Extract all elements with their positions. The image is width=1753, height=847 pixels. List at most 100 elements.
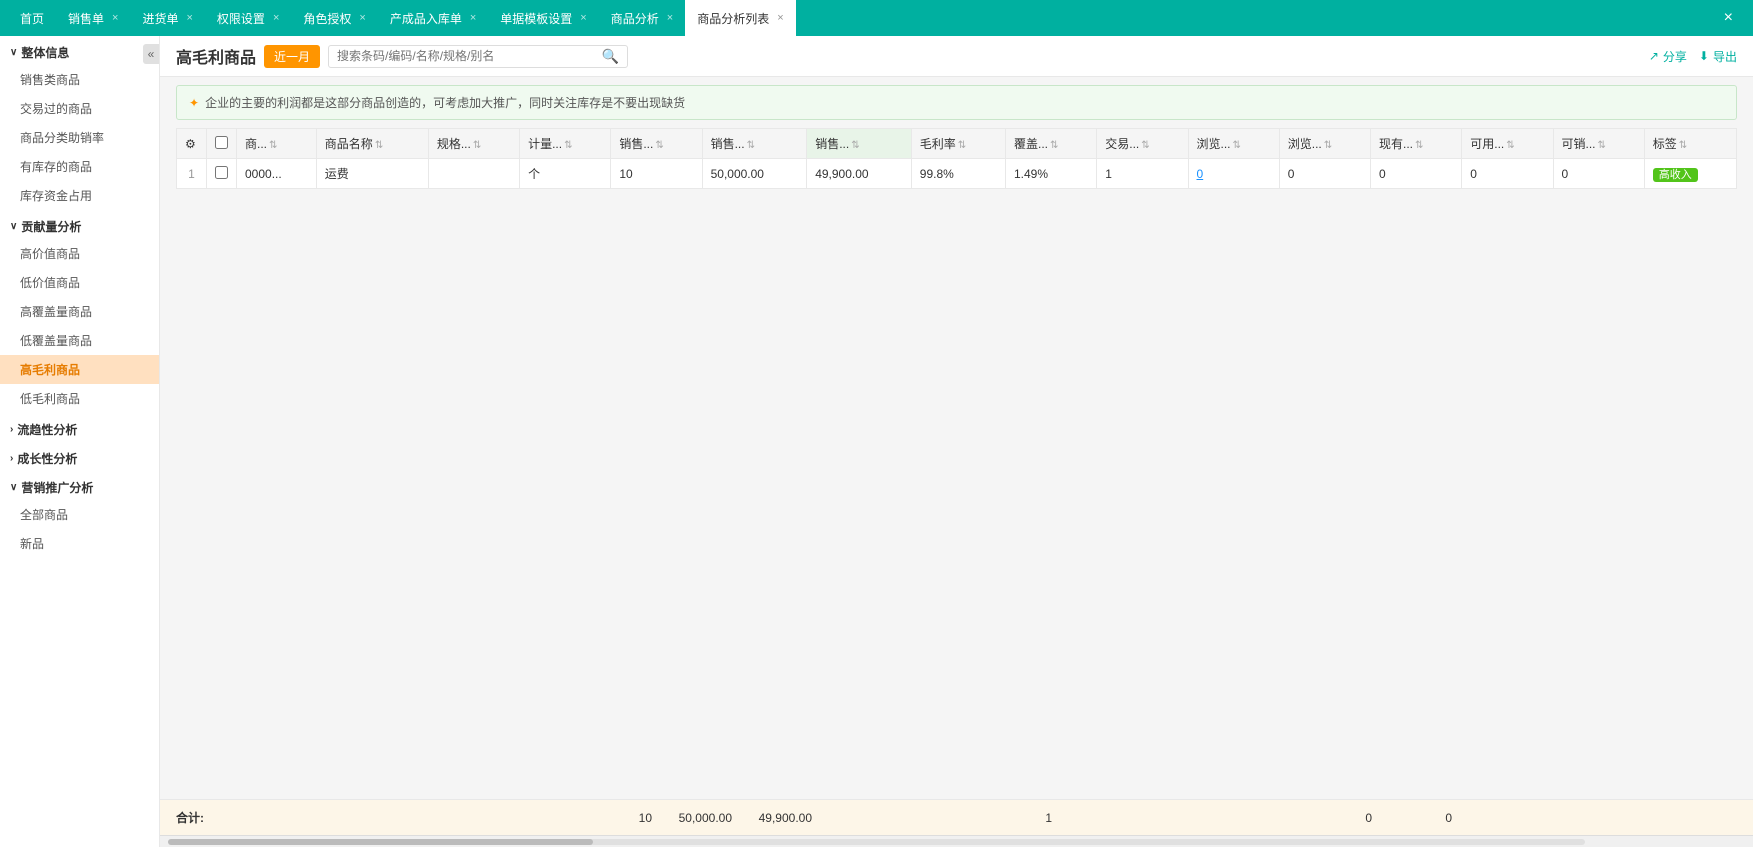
nav-template-settings[interactable]: 单据模板设置 × [488, 0, 598, 36]
views1-link[interactable]: 0 [1197, 167, 1204, 181]
scrollbar-thumb[interactable] [168, 839, 593, 845]
sidebar-collapse-button[interactable]: « [143, 44, 159, 64]
sidebar-item-low-value[interactable]: 低价值商品 [0, 268, 159, 297]
sidebar-item-high-value[interactable]: 高价值商品 [0, 239, 159, 268]
sidebar-item-in-stock-goods[interactable]: 有库存的商品 [0, 152, 159, 181]
sidebar-item-all-goods[interactable]: 全部商品 [0, 500, 159, 529]
nav-purchase-order[interactable]: 进货单 × [130, 0, 204, 36]
th-sales-qty[interactable]: 销售...⇅ [611, 129, 702, 159]
th-spec[interactable]: 规格...⇅ [428, 129, 519, 159]
nav-close-icon[interactable]: × [667, 12, 673, 24]
nav-product-analysis[interactable]: 商品分析 × [599, 0, 685, 36]
nav-close-icon[interactable]: × [470, 12, 476, 24]
row-transactions: 1 [1097, 159, 1188, 189]
scrollbar-track[interactable] [168, 839, 1585, 845]
horizontal-scrollbar[interactable] [160, 835, 1753, 847]
chevron-down-icon: ∨ [10, 221, 17, 232]
sidebar-group-trend[interactable]: › 流趋性分析 [0, 413, 159, 442]
th-views2[interactable]: 浏览...⇅ [1279, 129, 1370, 159]
table-header-row: ⚙ 商...⇅ 商品名称⇅ 规格...⇅ 计量...⇅ 销售...⇅ 销售...… [177, 129, 1737, 159]
header-actions: ↗ 分享 ⬇ 导出 [1649, 48, 1737, 65]
footer-views2 [1140, 811, 1220, 825]
row-unit: 个 [520, 159, 611, 189]
th-sales-cost[interactable]: 销售...⇅ [807, 129, 912, 159]
nav-home[interactable]: 首页 [8, 0, 56, 36]
row-views2: 0 [1279, 159, 1370, 189]
data-table-container[interactable]: ⚙ 商...⇅ 商品名称⇅ 规格...⇅ 计量...⇅ 销售...⇅ 销售...… [176, 128, 1737, 799]
sidebar-item-high-coverage[interactable]: 高覆盖量商品 [0, 297, 159, 326]
row-name: 运费 [316, 159, 428, 189]
th-code[interactable]: 商...⇅ [237, 129, 317, 159]
select-all-checkbox[interactable] [215, 136, 228, 149]
th-available-stock[interactable]: 可用...⇅ [1462, 129, 1553, 159]
row-sales-amount: 50,000.00 [702, 159, 807, 189]
nav-close-icon[interactable]: × [186, 12, 192, 24]
chevron-down-icon: ∨ [10, 482, 17, 493]
share-icon: ↗ [1649, 49, 1659, 63]
sidebar-item-high-margin[interactable]: 高毛利商品 [0, 355, 159, 384]
nav-close-icon[interactable]: × [273, 12, 279, 24]
nav-close-icon[interactable]: × [777, 12, 783, 24]
sidebar-item-sales-goods[interactable]: 销售类商品 [0, 65, 159, 94]
sidebar: « ∨ 整体信息 销售类商品 交易过的商品 商品分类助销率 有库存的商品 库存资… [0, 36, 160, 847]
sidebar-item-low-margin[interactable]: 低毛利商品 [0, 384, 159, 413]
main-layout: « ∨ 整体信息 销售类商品 交易过的商品 商品分类助销率 有库存的商品 库存资… [0, 36, 1753, 847]
th-unit[interactable]: 计量...⇅ [520, 129, 611, 159]
nav-product-analysis-list[interactable]: 商品分析列表 × [685, 0, 795, 36]
sidebar-item-inventory-funds[interactable]: 库存资金占用 [0, 181, 159, 210]
nav-close-icon[interactable]: × [359, 12, 365, 24]
nav-product-inbound[interactable]: 产成品入库单 × [378, 0, 488, 36]
sidebar-item-new-goods[interactable]: 新品 [0, 529, 159, 558]
footer-sales-qty: 10 [580, 811, 660, 825]
search-icon[interactable]: 🔍 [602, 48, 619, 65]
sidebar-item-category-sales-rate[interactable]: 商品分类助销率 [0, 123, 159, 152]
row-gross-margin: 99.8% [911, 159, 1005, 189]
sidebar-item-traded-goods[interactable]: 交易过的商品 [0, 94, 159, 123]
row-views1: 0 [1188, 159, 1279, 189]
export-button[interactable]: ⬇ 导出 [1699, 48, 1737, 65]
sidebar-group-overview[interactable]: ∨ 整体信息 [0, 36, 159, 65]
chevron-right-icon: › [10, 453, 13, 464]
th-saleable-stock[interactable]: 可销...⇅ [1553, 129, 1644, 159]
filter-period-button[interactable]: 近一月 [264, 45, 320, 68]
tag-badge: 高收入 [1653, 168, 1698, 182]
nav-role-auth[interactable]: 角色授权 × [291, 0, 377, 36]
nav-close-icon[interactable]: × [580, 12, 586, 24]
th-transactions[interactable]: 交易...⇅ [1097, 129, 1188, 159]
row-checkbox[interactable] [215, 166, 228, 179]
footer-spacer [220, 811, 580, 825]
th-views1[interactable]: 浏览...⇅ [1188, 129, 1279, 159]
th-sales-amount[interactable]: 销售...⇅ [702, 129, 807, 159]
sidebar-group-marketing[interactable]: ∨ 营销推广分析 [0, 471, 159, 500]
th-coverage[interactable]: 覆盖...⇅ [1006, 129, 1097, 159]
row-sales-qty: 10 [611, 159, 702, 189]
row-current-stock: 0 [1371, 159, 1462, 189]
top-navigation: 首页 销售单 × 进货单 × 权限设置 × 角色授权 × 产成品入库单 × 单据… [0, 0, 1753, 36]
sidebar-group-contribution[interactable]: ∨ 贡献量分析 [0, 210, 159, 239]
footer-sales-amount: 50,000.00 [660, 811, 740, 825]
nav-close-icon[interactable]: × [112, 12, 118, 24]
sidebar-item-low-coverage[interactable]: 低覆盖量商品 [0, 326, 159, 355]
footer-saleable-stock: 0 [1380, 811, 1460, 825]
search-input[interactable] [337, 49, 602, 63]
chevron-down-icon: ∨ [10, 47, 17, 58]
footer-available-stock: 0 [1300, 811, 1380, 825]
row-checkbox-cell[interactable] [207, 159, 237, 189]
th-settings[interactable]: ⚙ [177, 129, 207, 159]
footer-current-stock [1220, 811, 1300, 825]
footer-total-bar: 合计: 10 50,000.00 49,900.00 1 0 0 [160, 799, 1753, 835]
th-tag[interactable]: 标签⇅ [1644, 129, 1736, 159]
share-button[interactable]: ↗ 分享 [1649, 48, 1687, 65]
th-gross-margin[interactable]: 毛利率⇅ [911, 129, 1005, 159]
nav-permissions[interactable]: 权限设置 × [205, 0, 291, 36]
th-checkbox[interactable] [207, 129, 237, 159]
sidebar-group-growth[interactable]: › 成长性分析 [0, 442, 159, 471]
th-current-stock[interactable]: 现有...⇅ [1371, 129, 1462, 159]
th-name[interactable]: 商品名称⇅ [316, 129, 428, 159]
footer-margin [820, 811, 900, 825]
row-saleable-stock: 0 [1553, 159, 1644, 189]
close-window-button[interactable]: × [1712, 0, 1745, 36]
footer-sales-cost: 49,900.00 [740, 811, 820, 825]
nav-sales-order[interactable]: 销售单 × [56, 0, 130, 36]
row-tag: 高收入 [1644, 159, 1736, 189]
